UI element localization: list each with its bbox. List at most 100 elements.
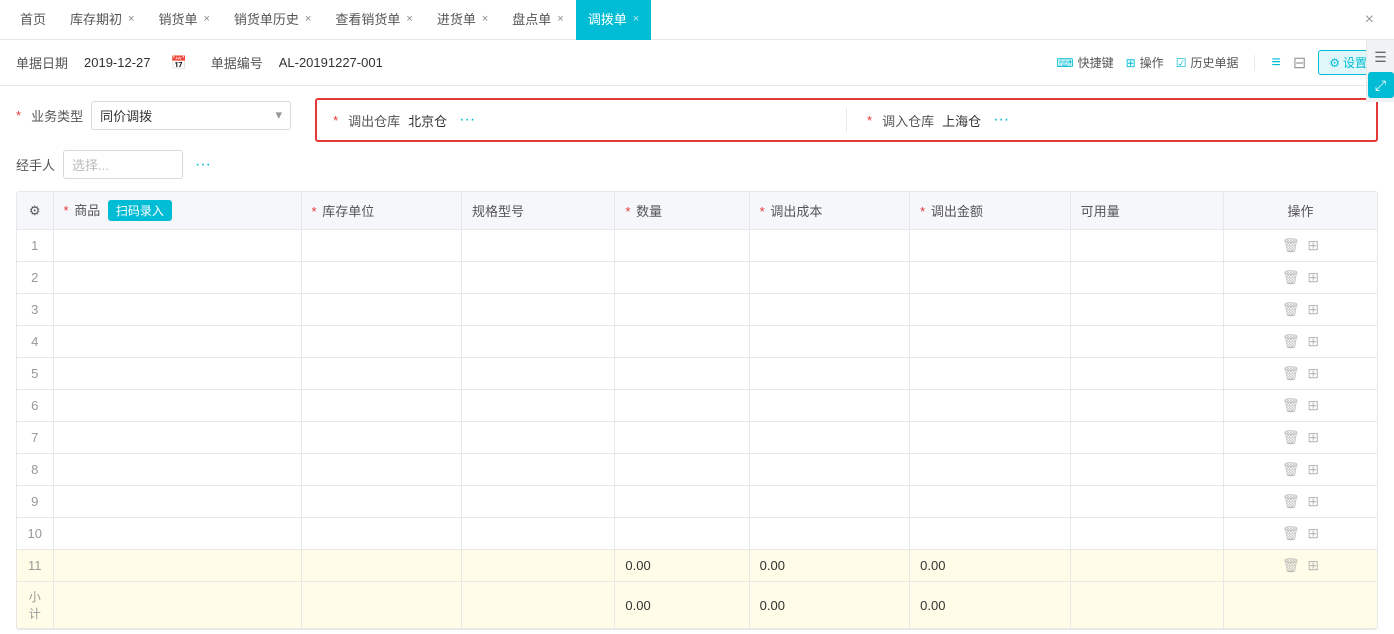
delete-icon[interactable]: 🗑 — [1282, 269, 1300, 285]
business-type-select[interactable]: 同价调拨 ▾ — [91, 101, 291, 130]
row-spec[interactable] — [462, 358, 615, 390]
delete-icon[interactable]: 🗑 — [1282, 301, 1300, 317]
row-unit[interactable] — [301, 486, 462, 518]
row-product[interactable] — [53, 422, 301, 454]
calendar-icon[interactable]: 📅 — [171, 55, 187, 71]
row-quantity[interactable] — [615, 294, 749, 326]
row-product[interactable] — [53, 230, 301, 262]
row-product[interactable] — [53, 390, 301, 422]
row-cost[interactable] — [749, 518, 910, 550]
copy-icon[interactable]: ⊞ — [1307, 429, 1319, 445]
row-spec[interactable] — [462, 550, 615, 582]
row-available[interactable] — [1070, 390, 1223, 422]
delete-icon[interactable]: 🗑 — [1282, 397, 1300, 413]
tab-view-sales[interactable]: 查看销货单 × — [323, 0, 424, 40]
row-unit[interactable] — [301, 422, 462, 454]
row-unit[interactable] — [301, 294, 462, 326]
scan-button[interactable]: 扫码录入 — [108, 200, 172, 221]
copy-icon[interactable]: ⊞ — [1307, 557, 1319, 573]
row-amount[interactable] — [910, 326, 1071, 358]
row-cost[interactable] — [749, 326, 910, 358]
tab-transfer-order[interactable]: 调拨单 × — [576, 0, 651, 40]
row-cost[interactable]: 0.00 — [749, 550, 910, 582]
row-quantity[interactable] — [615, 390, 749, 422]
operation-action[interactable]: ⊞ 操作 — [1126, 54, 1164, 71]
tab-sales-order-close[interactable]: × — [203, 13, 209, 25]
tab-inventory-init-close[interactable]: × — [128, 13, 134, 25]
row-quantity[interactable]: 0.00 — [615, 550, 749, 582]
row-product[interactable] — [53, 550, 301, 582]
row-available[interactable] — [1070, 454, 1223, 486]
row-amount[interactable] — [910, 262, 1071, 294]
layout-icon-1[interactable]: ≡ — [1271, 54, 1280, 72]
row-product[interactable] — [53, 294, 301, 326]
row-unit[interactable] — [301, 454, 462, 486]
row-available[interactable] — [1070, 550, 1223, 582]
tab-transfer-order-close[interactable]: × — [633, 13, 639, 25]
row-amount[interactable] — [910, 358, 1071, 390]
row-product[interactable] — [53, 518, 301, 550]
copy-icon[interactable]: ⊞ — [1307, 365, 1319, 381]
row-unit[interactable] — [301, 518, 462, 550]
close-all-tabs-button[interactable]: × — [1361, 7, 1378, 33]
tab-sales-order[interactable]: 销货单 × — [146, 0, 221, 40]
copy-icon[interactable]: ⊞ — [1307, 269, 1319, 285]
tab-home[interactable]: 首页 — [8, 0, 58, 40]
handler-more-button[interactable]: ··· — [195, 156, 211, 174]
row-quantity[interactable] — [615, 262, 749, 294]
row-amount[interactable] — [910, 454, 1071, 486]
handler-input[interactable]: 选择... — [63, 150, 183, 179]
copy-icon[interactable]: ⊞ — [1307, 237, 1319, 253]
row-cost[interactable] — [749, 262, 910, 294]
tab-inventory-check[interactable]: 盘点单 × — [500, 0, 575, 40]
row-amount[interactable] — [910, 230, 1071, 262]
row-quantity[interactable] — [615, 454, 749, 486]
tab-view-sales-close[interactable]: × — [406, 13, 412, 25]
row-cost[interactable] — [749, 454, 910, 486]
sidebar-list-icon[interactable]: ☰ — [1368, 44, 1394, 70]
row-spec[interactable] — [462, 294, 615, 326]
row-spec[interactable] — [462, 326, 615, 358]
copy-icon[interactable]: ⊞ — [1307, 301, 1319, 317]
row-cost[interactable] — [749, 390, 910, 422]
row-cost[interactable] — [749, 358, 910, 390]
row-amount[interactable] — [910, 486, 1071, 518]
tab-inventory-init[interactable]: 库存期初 × — [58, 0, 146, 40]
row-product[interactable] — [53, 326, 301, 358]
row-amount[interactable] — [910, 390, 1071, 422]
row-cost[interactable] — [749, 486, 910, 518]
row-unit[interactable] — [301, 390, 462, 422]
row-cost[interactable] — [749, 230, 910, 262]
row-cost[interactable] — [749, 422, 910, 454]
row-spec[interactable] — [462, 518, 615, 550]
delete-icon[interactable]: 🗑 — [1282, 525, 1300, 541]
row-quantity[interactable] — [615, 358, 749, 390]
copy-icon[interactable]: ⊞ — [1307, 333, 1319, 349]
sidebar-expand-icon[interactable]: ⤢ — [1368, 72, 1394, 98]
layout-icon-2[interactable]: ⊟ — [1293, 53, 1306, 73]
row-quantity[interactable] — [615, 230, 749, 262]
copy-icon[interactable]: ⊞ — [1307, 525, 1319, 541]
delete-icon[interactable]: 🗑 — [1282, 333, 1300, 349]
row-unit[interactable] — [301, 326, 462, 358]
row-product[interactable] — [53, 486, 301, 518]
in-warehouse-more-button[interactable]: ··· — [993, 111, 1009, 129]
row-product[interactable] — [53, 454, 301, 486]
row-spec[interactable] — [462, 422, 615, 454]
copy-icon[interactable]: ⊞ — [1307, 461, 1319, 477]
row-unit[interactable] — [301, 230, 462, 262]
row-spec[interactable] — [462, 262, 615, 294]
row-available[interactable] — [1070, 518, 1223, 550]
delete-icon[interactable]: 🗑 — [1282, 365, 1300, 381]
row-available[interactable] — [1070, 262, 1223, 294]
delete-icon[interactable]: 🗑 — [1282, 557, 1300, 573]
out-warehouse-more-button[interactable]: ··· — [459, 111, 475, 129]
row-unit[interactable] — [301, 358, 462, 390]
row-spec[interactable] — [462, 486, 615, 518]
tab-purchase-order[interactable]: 进货单 × — [425, 0, 500, 40]
row-unit[interactable] — [301, 262, 462, 294]
row-available[interactable] — [1070, 422, 1223, 454]
copy-icon[interactable]: ⊞ — [1307, 493, 1319, 509]
th-settings[interactable]: ⚙ — [17, 192, 53, 230]
row-amount[interactable]: 0.00 — [910, 550, 1071, 582]
